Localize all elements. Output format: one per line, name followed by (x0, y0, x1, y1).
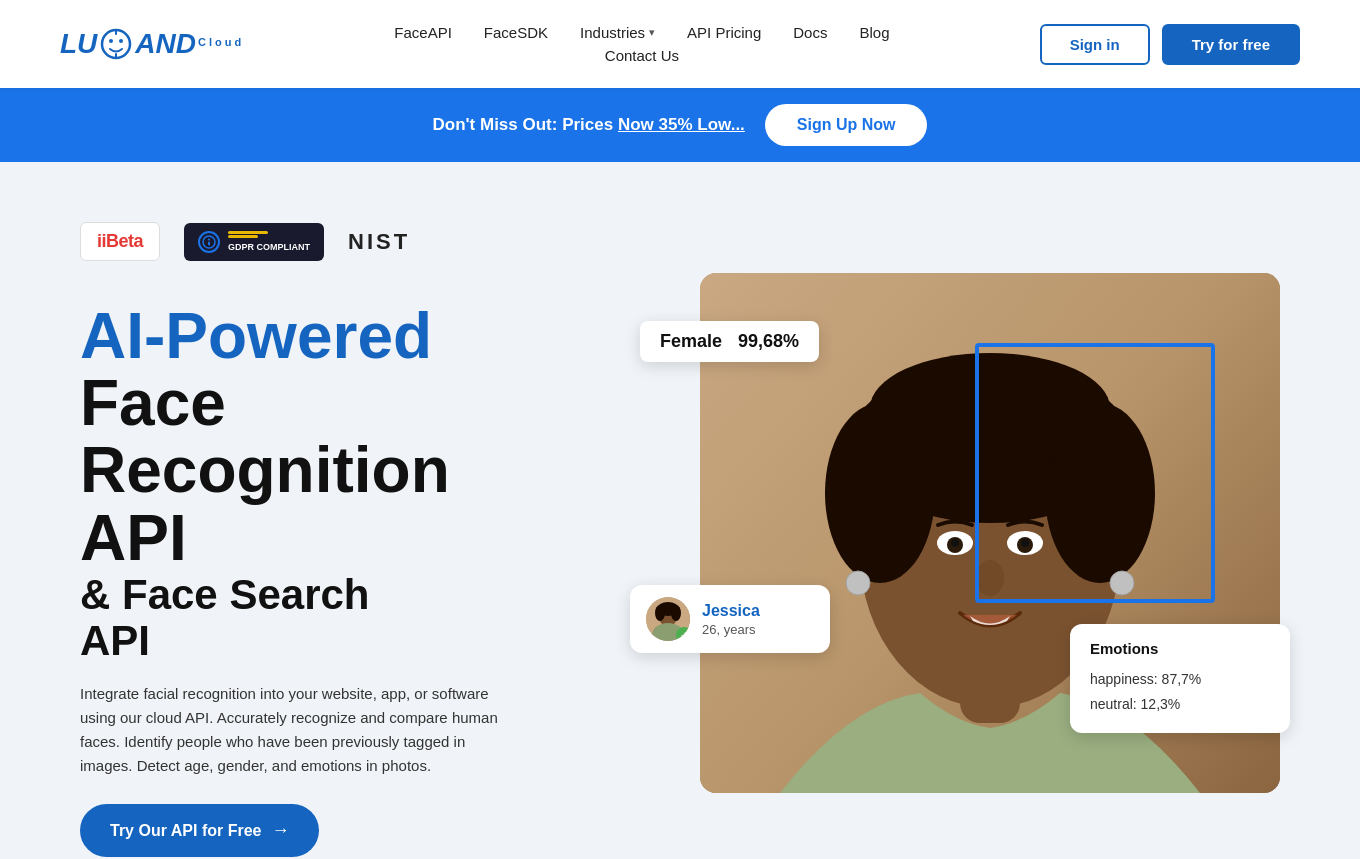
signup-now-button[interactable]: Sign Up Now (765, 104, 928, 146)
try-api-cta-button[interactable]: Try Our API for Free → (80, 804, 319, 857)
emotion-neutral: neutral: 12,3% (1090, 692, 1270, 717)
gdpr-label: GDPR COMPLIANT (228, 242, 310, 252)
hero-title-recognition: Recognition (80, 437, 580, 504)
person-id-card: ✓ Jessica 26, years (630, 585, 830, 653)
logo-and-text: AND (135, 28, 196, 60)
chevron-down-icon: ▾ (649, 26, 655, 39)
gender-text: Female (660, 331, 722, 352)
person-verified-icon: ✓ (676, 627, 690, 641)
logo[interactable]: LU AND Cloud (60, 25, 244, 63)
hero-title-api1: API (80, 505, 580, 572)
logo-lu-text: LU (60, 28, 97, 60)
nist-badge: NIST (348, 229, 410, 255)
logo-face-icon (97, 25, 135, 63)
nav-buttons: Sign in Try for free (1040, 24, 1300, 65)
hero-title-ai-powered: AI-Powered (80, 303, 580, 370)
person-name: Jessica (702, 602, 760, 620)
face-detection-box (975, 343, 1215, 603)
gdpr-line-1 (228, 231, 268, 234)
navbar: LU AND Cloud FaceAPI FaceSDK Industries … (0, 0, 1360, 88)
hero-content: AI-Powered Face Recognition API & Face S… (80, 293, 1280, 857)
svg-point-20 (925, 395, 965, 435)
svg-point-1 (109, 39, 113, 43)
banner-text-highlight: Now 35% Low... (618, 115, 745, 134)
nav-links: FaceAPI FaceSDK Industries ▾ API Pricing… (394, 24, 889, 64)
ibeta-text: iBeta (102, 231, 144, 251)
svg-point-24 (951, 539, 959, 547)
hero-title-face-search: & Face Search (80, 572, 580, 618)
hero-right: Female 99,68% ✓ (620, 293, 1280, 773)
hero-title: AI-Powered Face Recognition API & Face S… (80, 303, 580, 664)
nav-row-bottom: Contact Us (605, 47, 679, 64)
hero-title-face: Face (80, 370, 580, 437)
hero-section: iiBeta GDPR COMPLIANT NIST AI-Powered (0, 162, 1360, 859)
try-for-free-button[interactable]: Try for free (1162, 24, 1300, 65)
gdpr-lines: GDPR COMPLIANT (228, 231, 310, 252)
badges-row: iiBeta GDPR COMPLIANT NIST (80, 222, 1280, 261)
logo-cloud-label: Cloud (198, 36, 244, 48)
emotion-happiness: happiness: 87,7% (1090, 667, 1270, 692)
hero-title-api2: API (80, 618, 580, 664)
person-avatar: ✓ (646, 597, 690, 641)
nav-row-top: FaceAPI FaceSDK Industries ▾ API Pricing… (394, 24, 889, 41)
emotions-title: Emotions (1090, 640, 1270, 657)
person-age: 26, years (702, 622, 760, 637)
svg-point-6 (208, 238, 210, 240)
person-info: Jessica 26, years (702, 602, 760, 637)
nav-facesdk[interactable]: FaceSDK (484, 24, 548, 41)
banner-text: Don't Miss Out: Prices Now 35% Low... (433, 115, 745, 135)
promo-banner: Don't Miss Out: Prices Now 35% Low... Si… (0, 88, 1360, 162)
signin-button[interactable]: Sign in (1040, 24, 1150, 65)
nav-industries-dropdown[interactable]: Industries ▾ (580, 24, 655, 41)
nav-faceapi[interactable]: FaceAPI (394, 24, 452, 41)
gender-confidence: 99,68% (738, 331, 799, 352)
nav-blog[interactable]: Blog (859, 24, 889, 41)
nav-api-pricing[interactable]: API Pricing (687, 24, 761, 41)
emotions-card: Emotions happiness: 87,7% neutral: 12,3% (1070, 624, 1290, 733)
gdpr-badge: GDPR COMPLIANT (184, 223, 324, 261)
hero-description: Integrate facial recognition into your w… (80, 682, 510, 778)
cta-label: Try Our API for Free (110, 822, 261, 840)
cta-arrow-icon: → (271, 820, 289, 841)
nav-docs[interactable]: Docs (793, 24, 827, 41)
gender-label-card: Female 99,68% (640, 321, 819, 362)
svg-point-35 (655, 605, 665, 621)
svg-point-36 (671, 605, 681, 621)
nav-industries-label: Industries (580, 24, 645, 41)
svg-point-29 (846, 571, 870, 595)
svg-point-2 (119, 39, 123, 43)
banner-text-before: Don't Miss Out: Prices (433, 115, 614, 134)
face-demo: Female 99,68% ✓ (620, 293, 1280, 773)
gdpr-icon (198, 231, 220, 253)
ibeta-badge: iiBeta (80, 222, 160, 261)
svg-point-17 (843, 446, 887, 490)
hero-left: AI-Powered Face Recognition API & Face S… (80, 293, 580, 857)
gdpr-line-2 (228, 235, 258, 238)
svg-rect-7 (208, 241, 210, 245)
nav-contact-us[interactable]: Contact Us (605, 47, 679, 64)
